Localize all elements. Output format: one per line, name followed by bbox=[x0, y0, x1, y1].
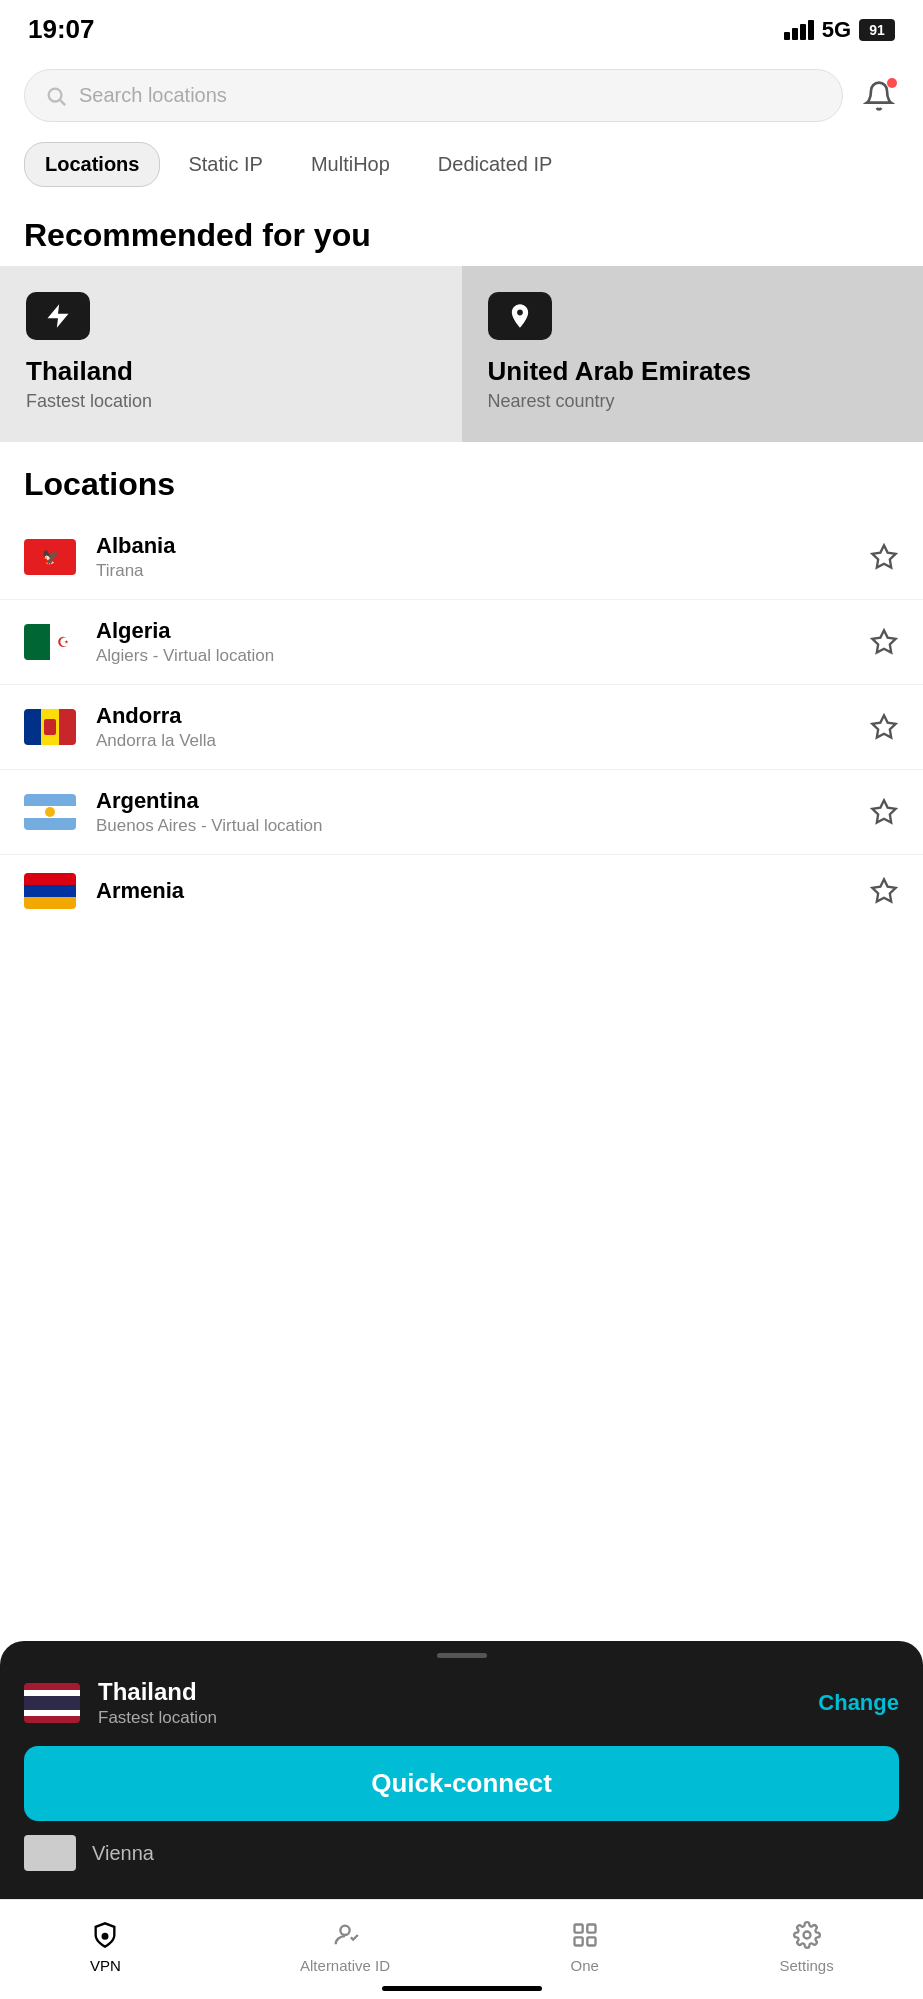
sheet-country-name: Thailand bbox=[98, 1678, 818, 1706]
svg-marker-5 bbox=[872, 545, 895, 567]
status-bar: 19:07 5G 91 bbox=[0, 0, 923, 53]
notification-bell[interactable] bbox=[859, 76, 899, 116]
rec-subtitle-1: Nearest country bbox=[488, 391, 898, 412]
list-item[interactable]: ☪ Algeria Algiers - Virtual location bbox=[0, 600, 923, 685]
nav-settings-label: Settings bbox=[779, 1957, 833, 1974]
location-name-armenia: Armenia bbox=[96, 878, 869, 904]
location-city-andorra: Andorra la Vella bbox=[96, 731, 869, 751]
sheet-location-info: Thailand Fastest location bbox=[98, 1678, 818, 1728]
sheet-change-button[interactable]: Change bbox=[818, 1690, 899, 1716]
search-container: Search locations bbox=[0, 53, 923, 132]
list-item[interactable]: 🦅 Albania Tirana bbox=[0, 515, 923, 600]
svg-rect-12 bbox=[574, 1925, 582, 1933]
pin-icon bbox=[488, 292, 552, 340]
favorite-star-armenia[interactable] bbox=[869, 876, 899, 906]
location-info-armenia: Armenia bbox=[96, 878, 869, 904]
favorite-star-albania[interactable] bbox=[869, 542, 899, 572]
nav-alternative-id-label: Alternative ID bbox=[300, 1957, 390, 1974]
nav-alternative-id[interactable]: Alternative ID bbox=[300, 1919, 390, 1974]
search-box[interactable]: Search locations bbox=[24, 69, 843, 122]
nav-vpn-label: VPN bbox=[90, 1957, 121, 1974]
sheet-location-subtitle: Fastest location bbox=[98, 1708, 818, 1728]
svg-rect-15 bbox=[587, 1937, 595, 1945]
flag-argentina bbox=[24, 794, 76, 830]
partial-city: Vienna bbox=[92, 1842, 154, 1865]
tab-dedicated-ip[interactable]: Dedicated IP bbox=[418, 143, 573, 186]
battery-level: 91 bbox=[859, 19, 895, 41]
bottom-sheet: Thailand Fastest location Change Quick-c… bbox=[0, 1641, 923, 1899]
list-item[interactable]: Argentina Buenos Aires - Virtual locatio… bbox=[0, 770, 923, 855]
svg-rect-14 bbox=[574, 1937, 582, 1945]
favorite-star-argentina[interactable] bbox=[869, 797, 899, 827]
quick-connect-button[interactable]: Quick-connect bbox=[24, 1746, 899, 1821]
tabs-container: Locations Static IP MultiHop Dedicated I… bbox=[0, 132, 923, 201]
list-item[interactable]: Andorra Andorra la Vella bbox=[0, 685, 923, 770]
location-name-andorra: Andorra bbox=[96, 703, 869, 729]
svg-marker-7 bbox=[872, 715, 895, 737]
tab-static-ip[interactable]: Static IP bbox=[168, 143, 282, 186]
flag-armenia bbox=[24, 873, 76, 909]
svg-marker-8 bbox=[872, 800, 895, 822]
partial-location: Vienna bbox=[24, 1821, 899, 1871]
flag-algeria: ☪ bbox=[24, 624, 76, 660]
rec-country-0: Thailand bbox=[26, 356, 436, 387]
svg-marker-2 bbox=[48, 304, 69, 327]
location-name-argentina: Argentina bbox=[96, 788, 869, 814]
notification-dot bbox=[887, 78, 897, 88]
locations-section-title: Locations bbox=[0, 442, 923, 515]
sheet-location-row: Thailand Fastest location Change bbox=[24, 1678, 899, 1728]
tab-locations[interactable]: Locations bbox=[24, 142, 160, 187]
shield-icon bbox=[89, 1919, 121, 1951]
bolt-icon bbox=[26, 292, 90, 340]
rec-card-uae[interactable]: United Arab Emirates Nearest country bbox=[462, 266, 924, 442]
home-indicator bbox=[382, 1986, 542, 1991]
flag-albania: 🦅 bbox=[24, 539, 76, 575]
svg-marker-6 bbox=[872, 630, 895, 652]
sheet-flag-thailand bbox=[24, 1683, 80, 1723]
favorite-star-algeria[interactable] bbox=[869, 627, 899, 657]
recommended-cards: Thailand Fastest location United Arab Em… bbox=[0, 266, 923, 442]
bottom-nav: VPN Alternative ID One bbox=[0, 1899, 923, 1999]
location-info-algeria: Algeria Algiers - Virtual location bbox=[96, 618, 869, 666]
flag-andorra bbox=[24, 709, 76, 745]
svg-text:🦅: 🦅 bbox=[42, 549, 60, 566]
location-city-algeria: Algiers - Virtual location bbox=[96, 646, 869, 666]
nav-vpn[interactable]: VPN bbox=[89, 1919, 121, 1974]
rec-country-1: United Arab Emirates bbox=[488, 356, 898, 387]
location-city-albania: Tirana bbox=[96, 561, 869, 581]
svg-marker-9 bbox=[872, 879, 895, 901]
location-name-albania: Albania bbox=[96, 533, 869, 559]
sheet-handle bbox=[437, 1653, 487, 1658]
list-item[interactable]: Armenia bbox=[0, 855, 923, 927]
location-city-argentina: Buenos Aires - Virtual location bbox=[96, 816, 869, 836]
rec-card-thailand[interactable]: Thailand Fastest location bbox=[0, 266, 462, 442]
favorite-star-andorra[interactable] bbox=[869, 712, 899, 742]
svg-point-16 bbox=[803, 1932, 810, 1939]
tab-multihop[interactable]: MultiHop bbox=[291, 143, 410, 186]
signal-bars-icon bbox=[784, 20, 814, 40]
location-info-albania: Albania Tirana bbox=[96, 533, 869, 581]
status-right: 5G 91 bbox=[784, 17, 895, 43]
location-info-argentina: Argentina Buenos Aires - Virtual locatio… bbox=[96, 788, 869, 836]
nav-settings[interactable]: Settings bbox=[779, 1919, 833, 1974]
search-placeholder-text: Search locations bbox=[79, 84, 227, 107]
location-info-andorra: Andorra Andorra la Vella bbox=[96, 703, 869, 751]
battery-indicator: 91 bbox=[859, 19, 895, 41]
network-type: 5G bbox=[822, 17, 851, 43]
nav-one[interactable]: One bbox=[569, 1919, 601, 1974]
status-time: 19:07 bbox=[28, 14, 95, 45]
recommended-title: Recommended for you bbox=[0, 201, 923, 266]
svg-rect-13 bbox=[587, 1925, 595, 1933]
svg-point-10 bbox=[103, 1934, 108, 1939]
gear-icon bbox=[791, 1919, 823, 1951]
search-icon bbox=[45, 85, 67, 107]
svg-line-1 bbox=[60, 100, 65, 105]
rec-subtitle-0: Fastest location bbox=[26, 391, 436, 412]
alternative-id-icon bbox=[329, 1919, 361, 1951]
location-name-algeria: Algeria bbox=[96, 618, 869, 644]
svg-point-0 bbox=[49, 88, 62, 101]
svg-point-11 bbox=[340, 1926, 349, 1935]
grid-icon bbox=[569, 1919, 601, 1951]
nav-one-label: One bbox=[571, 1957, 599, 1974]
